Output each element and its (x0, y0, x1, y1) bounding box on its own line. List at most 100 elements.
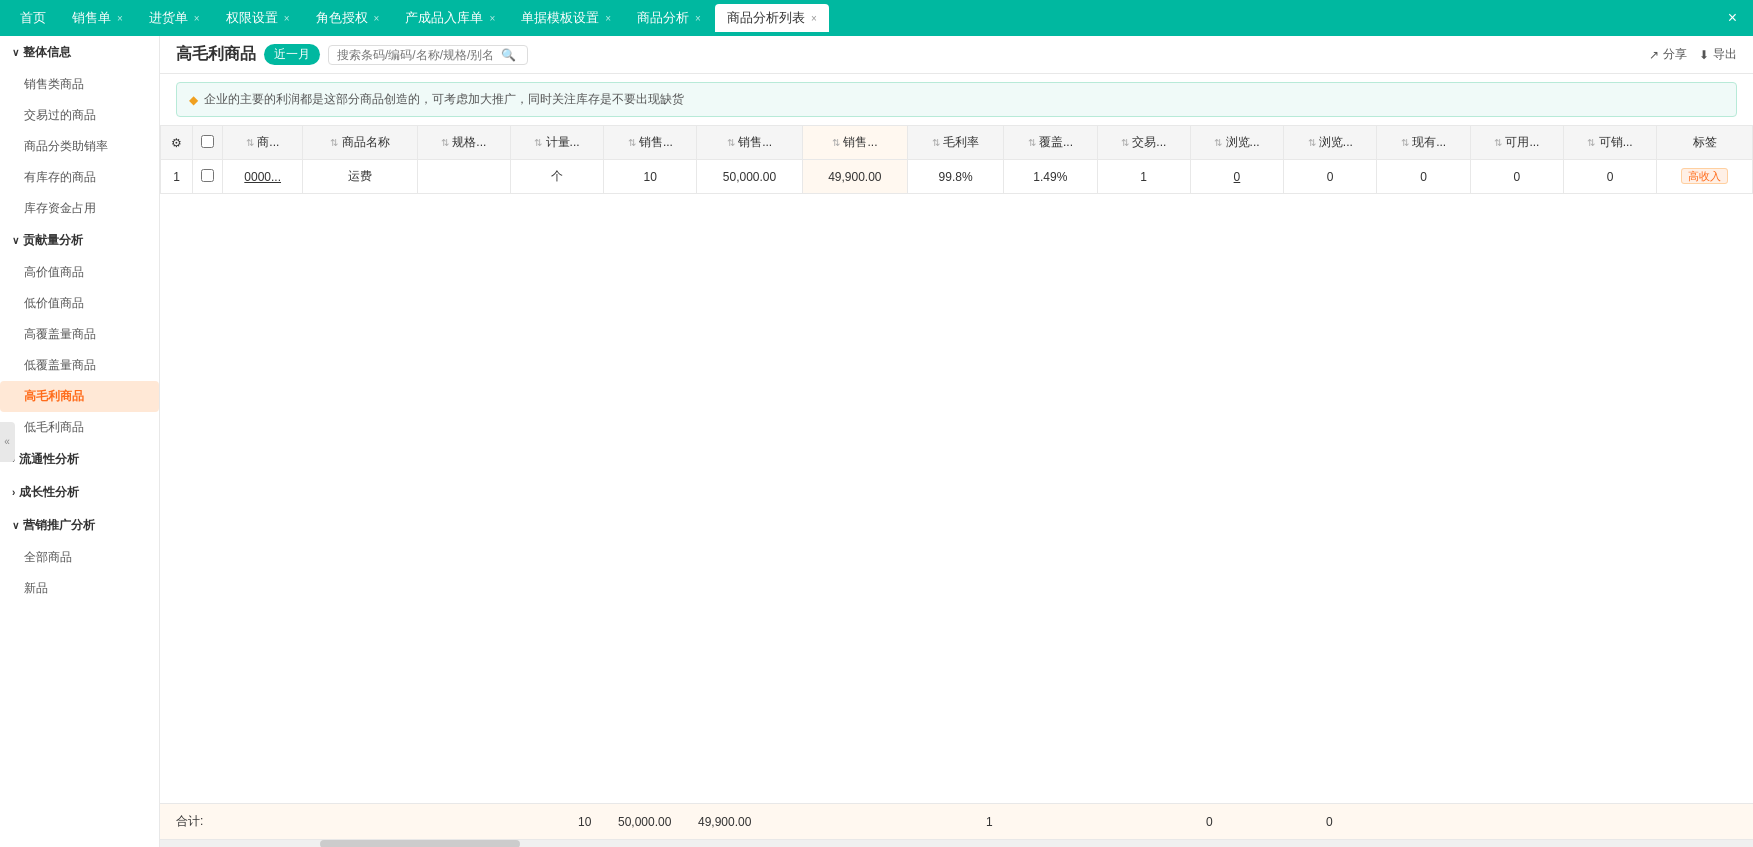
nav-tab-analysis[interactable]: 商品分析 × (625, 4, 713, 32)
cell-coverage: 1.49% (1004, 160, 1097, 194)
scrollbar-thumb[interactable] (320, 840, 520, 847)
sidebar-item-traded-goods[interactable]: 交易过的商品 (0, 100, 159, 131)
sidebar-item-category-rate[interactable]: 商品分类助销率 (0, 131, 159, 162)
chevron-right-icon: › (12, 487, 15, 498)
sidebar-item-in-stock[interactable]: 有库存的商品 (0, 162, 159, 193)
sidebar-collapse-button[interactable]: « (0, 422, 15, 462)
th-sales-qty[interactable]: ⇅ 销售... (604, 126, 697, 160)
chevron-down-icon: ∨ (12, 520, 19, 531)
sidebar-item-high-coverage[interactable]: 高覆盖量商品 (0, 319, 159, 350)
sidebar-item-stock-funds[interactable]: 库存资金占用 (0, 193, 159, 224)
sidebar-item-sales-goods[interactable]: 销售类商品 (0, 69, 159, 100)
th-sort-icon: ⇅ (330, 137, 338, 148)
data-table: ⚙ ⇅ 商... ⇅ 商品名称 (160, 125, 1753, 194)
th-sort-icon: ⇅ (727, 137, 735, 148)
window-close-button[interactable]: × (1720, 7, 1745, 28)
sidebar-item-low-coverage[interactable]: 低覆盖量商品 (0, 350, 159, 381)
cell-index: 1 (161, 160, 193, 194)
search-input[interactable] (337, 48, 497, 62)
row-checkbox[interactable] (201, 169, 214, 182)
sidebar-group-liquidity-label: 流通性分析 (19, 451, 79, 468)
sidebar-group-overall[interactable]: ∨ 整体信息 (0, 36, 159, 69)
th-name[interactable]: ⇅ 商品名称 (303, 126, 417, 160)
sidebar-group-contribution[interactable]: ∨ 贡献量分析 (0, 224, 159, 257)
footer-spacer2 (1019, 815, 1179, 829)
sidebar-item-high-margin[interactable]: 高毛利商品 (0, 381, 159, 412)
nav-tab-inbound-label: 产成品入库单 (405, 9, 483, 27)
cell-sku-code[interactable]: 0000... (223, 160, 303, 194)
th-spec[interactable]: ⇅ 规格... (417, 126, 510, 160)
th-stock-available[interactable]: ⇅ 可用... (1470, 126, 1563, 160)
th-unit[interactable]: ⇅ 计量... (510, 126, 603, 160)
nav-tab-permission-label: 权限设置 (226, 9, 278, 27)
th-sales-amount[interactable]: ⇅ 销售... (697, 126, 802, 160)
close-icon[interactable]: × (374, 13, 380, 24)
close-icon[interactable]: × (284, 13, 290, 24)
th-sort-icon: ⇅ (534, 137, 542, 148)
sidebar-group-marketing[interactable]: ∨ 营销推广分析 (0, 509, 159, 542)
cell-view1[interactable]: 0 (1190, 160, 1283, 194)
table-row: 1 0000... 运费 个 (161, 160, 1753, 194)
footer-transaction: 1 (959, 815, 1019, 829)
close-icon[interactable]: × (811, 13, 817, 24)
share-button[interactable]: ↗ 分享 (1649, 46, 1687, 63)
nav-tab-purchase[interactable]: 进货单 × (137, 4, 212, 32)
th-sort-icon: ⇅ (246, 137, 254, 148)
main-layout: ∨ 整体信息 销售类商品 交易过的商品 商品分类助销率 有库存的商品 库存资金占… (0, 36, 1753, 847)
cell-stock-available: 0 (1470, 160, 1563, 194)
th-sales-profit[interactable]: ⇅ 销售... (802, 126, 907, 160)
close-icon[interactable]: × (695, 13, 701, 24)
export-icon: ⬇ (1699, 48, 1709, 62)
th-sku-code[interactable]: ⇅ 商... (223, 126, 303, 160)
nav-tab-analysis-list[interactable]: 商品分析列表 × (715, 4, 829, 32)
nav-tab-permission[interactable]: 权限设置 × (214, 4, 302, 32)
th-sort-icon: ⇅ (441, 137, 449, 148)
cell-sales-amount: 50,000.00 (697, 160, 802, 194)
th-settings[interactable]: ⚙ (161, 126, 193, 160)
sidebar-item-low-margin[interactable]: 低毛利商品 (0, 412, 159, 443)
horizontal-scrollbar[interactable] (160, 839, 1753, 847)
th-stock-current[interactable]: ⇅ 现有... (1377, 126, 1470, 160)
nav-tab-inbound[interactable]: 产成品入库单 × (393, 4, 507, 32)
settings-icon[interactable]: ⚙ (171, 136, 182, 150)
th-view1[interactable]: ⇅ 浏览... (1190, 126, 1283, 160)
th-gross-margin[interactable]: ⇅ 毛利率 (907, 126, 1003, 160)
sidebar-item-all-goods[interactable]: 全部商品 (0, 542, 159, 573)
sidebar-item-low-value[interactable]: 低价值商品 (0, 288, 159, 319)
close-icon[interactable]: × (605, 13, 611, 24)
th-coverage[interactable]: ⇅ 覆盖... (1004, 126, 1097, 160)
sidebar-group-liquidity[interactable]: › 流通性分析 (0, 443, 159, 476)
chevron-down-icon: ∨ (12, 235, 19, 246)
collapse-icon: « (4, 436, 10, 447)
th-sort-icon: ⇅ (1028, 137, 1036, 148)
nav-tab-template[interactable]: 单据模板设置 × (509, 4, 623, 32)
th-sort-icon: ⇅ (1401, 137, 1409, 148)
footer-cells: 10 50,000.00 49,900.00 1 0 0 (219, 815, 1737, 829)
filter-recent-month-button[interactable]: 近一月 (264, 44, 320, 65)
footer-spacer (759, 815, 959, 829)
nav-right: × (1720, 9, 1745, 27)
th-checkbox[interactable] (193, 126, 223, 160)
search-icon[interactable]: 🔍 (501, 48, 516, 62)
select-all-checkbox[interactable] (201, 135, 214, 148)
close-icon[interactable]: × (117, 13, 123, 24)
th-stock-sellable[interactable]: ⇅ 可销... (1563, 126, 1656, 160)
sidebar-group-growth[interactable]: › 成长性分析 (0, 476, 159, 509)
cell-transaction: 1 (1097, 160, 1190, 194)
sidebar-item-new-goods[interactable]: 新品 (0, 573, 159, 604)
export-button[interactable]: ⬇ 导出 (1699, 46, 1737, 63)
cell-tag: 高收入 (1657, 160, 1753, 194)
th-sort-icon: ⇅ (932, 137, 940, 148)
nav-tab-role[interactable]: 角色授权 × (304, 4, 392, 32)
sidebar-group-marketing-label: 营销推广分析 (23, 517, 95, 534)
th-view2[interactable]: ⇅ 浏览... (1284, 126, 1377, 160)
sidebar-item-high-value[interactable]: 高价值商品 (0, 257, 159, 288)
th-transaction[interactable]: ⇅ 交易... (1097, 126, 1190, 160)
nav-tab-home[interactable]: 首页 (8, 4, 58, 32)
close-icon[interactable]: × (194, 13, 200, 24)
close-icon[interactable]: × (489, 13, 495, 24)
th-sort-icon: ⇅ (1308, 137, 1316, 148)
cell-checkbox[interactable] (193, 160, 223, 194)
footer-stock-current: 0 (1179, 815, 1239, 829)
nav-tab-sales[interactable]: 销售单 × (60, 4, 135, 32)
